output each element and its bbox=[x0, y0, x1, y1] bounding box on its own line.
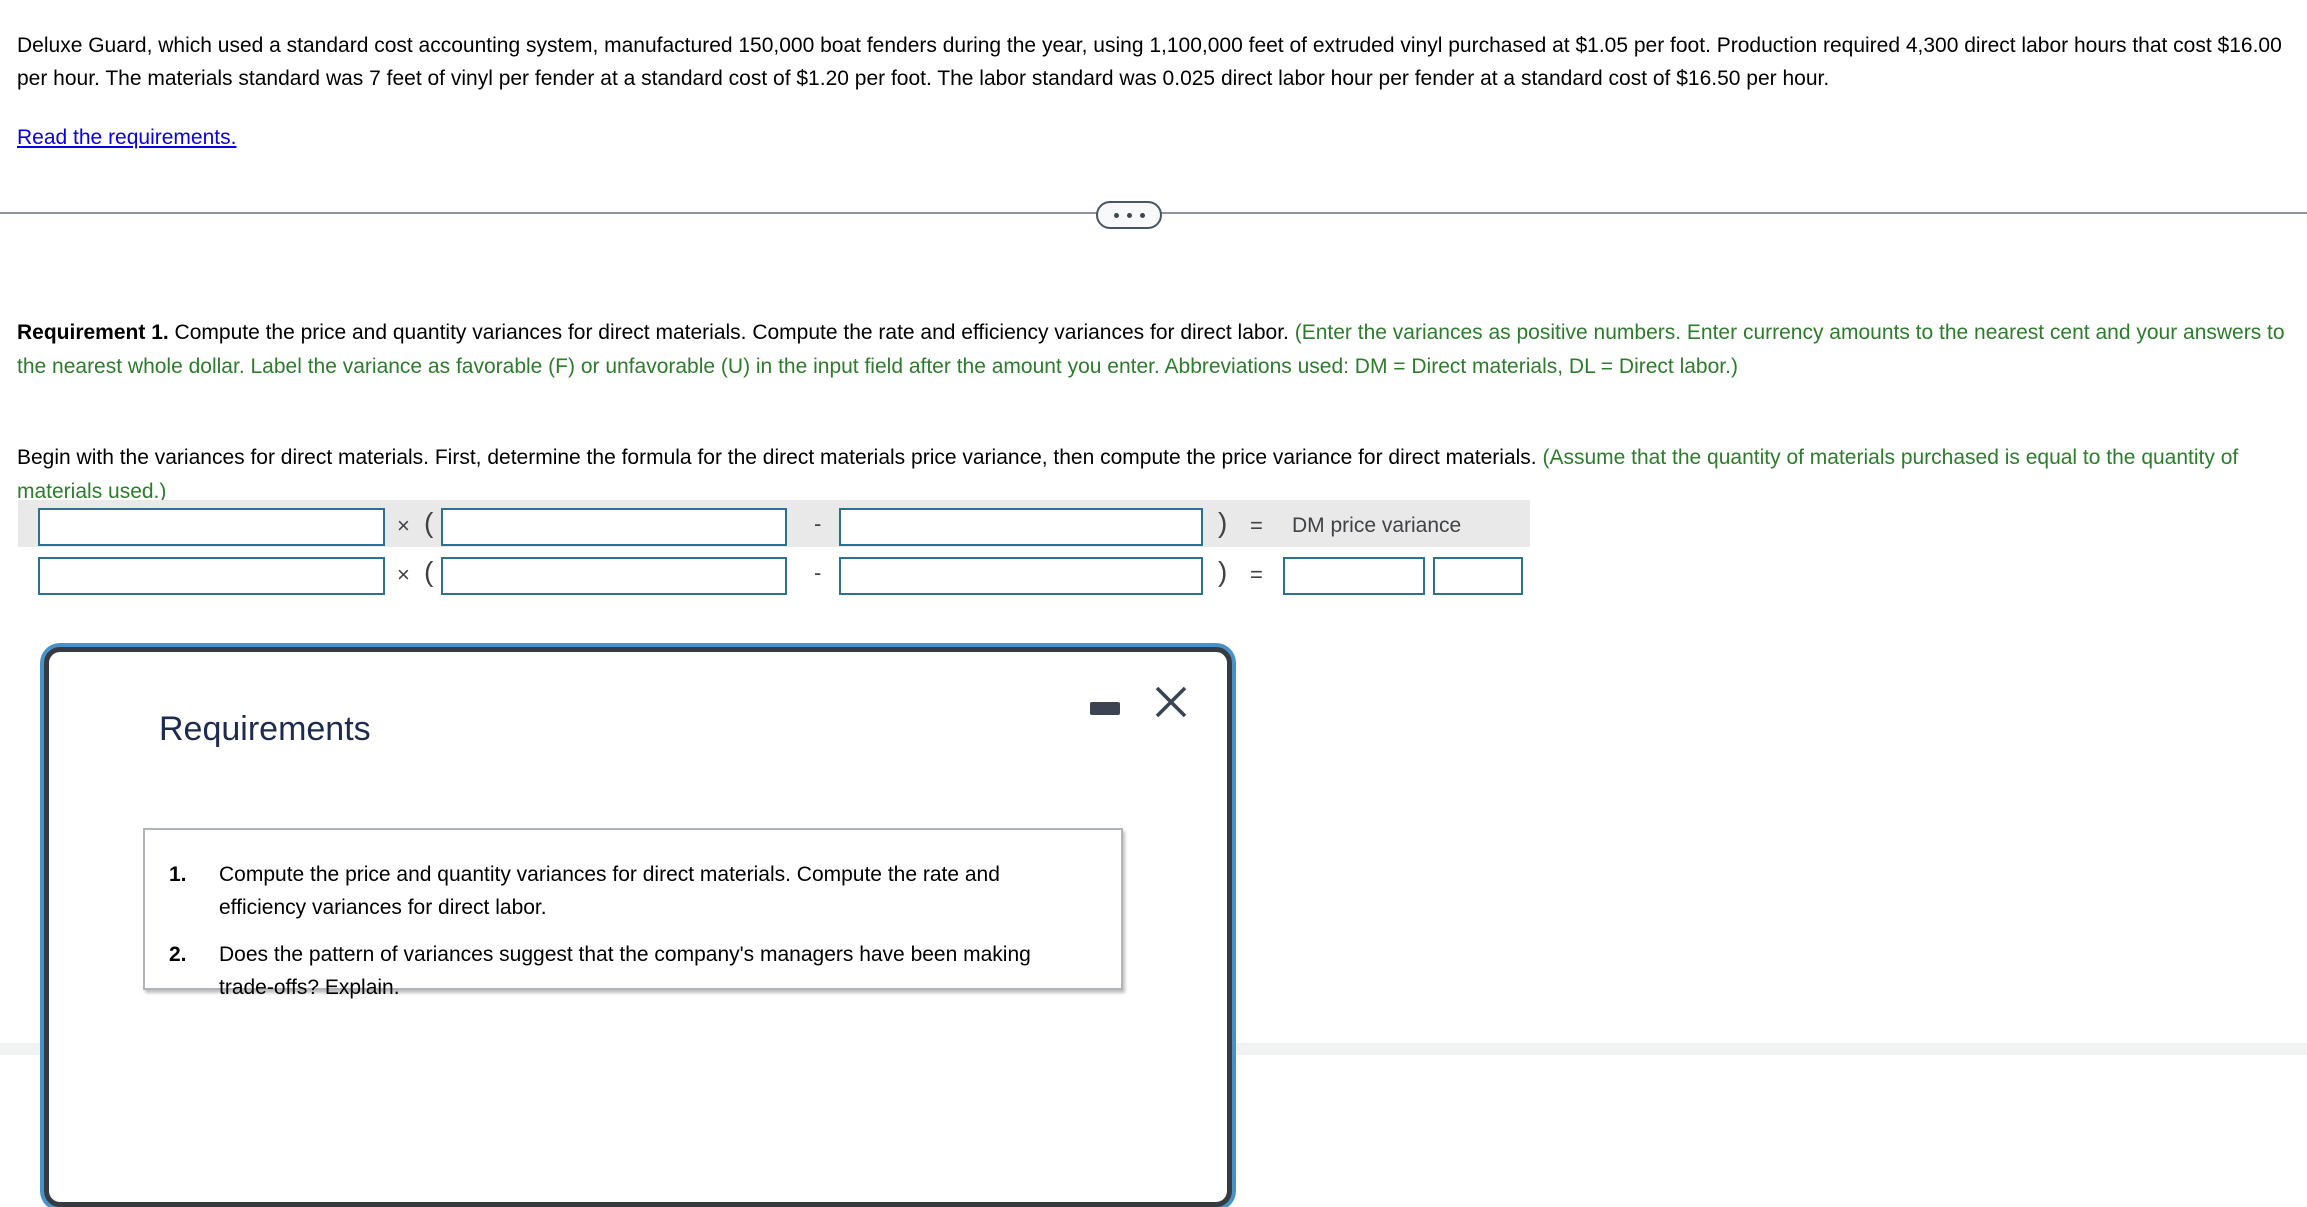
equals-sign: = bbox=[1250, 562, 1263, 588]
begin-text: Begin with the variances for direct mate… bbox=[17, 446, 1542, 469]
formula-row1-input-3[interactable] bbox=[839, 508, 1203, 546]
dm-price-variance-label: DM price variance bbox=[1292, 514, 1461, 538]
dm-price-instructions: Begin with the variances for direct mate… bbox=[17, 441, 2295, 509]
requirement1-label: Requirement 1. bbox=[17, 321, 169, 344]
formula-row1-input-2[interactable] bbox=[441, 508, 787, 546]
minimize-button[interactable] bbox=[1089, 698, 1121, 718]
close-paren: ) bbox=[1218, 507, 1227, 539]
close-icon bbox=[1151, 682, 1191, 722]
ellipsis-icon bbox=[1114, 213, 1119, 218]
close-paren: ) bbox=[1218, 556, 1227, 588]
requirements-list-box: 1. Compute the price and quantity varian… bbox=[143, 828, 1123, 990]
formula-row1-input-1[interactable] bbox=[38, 508, 385, 546]
ellipsis-icon bbox=[1127, 213, 1132, 218]
read-requirements-link[interactable]: Read the requirements. bbox=[17, 126, 236, 150]
close-button[interactable] bbox=[1147, 678, 1195, 726]
requirements-dialog: Requirements 1. Compute the price and qu… bbox=[44, 647, 1232, 1207]
requirement1-text: Compute the price and quantity variances… bbox=[169, 321, 1295, 344]
ellipsis-icon bbox=[1140, 213, 1145, 218]
list-item: 2. Does the pattern of variances suggest… bbox=[145, 938, 1121, 1004]
formula-row2-amount-input[interactable] bbox=[1283, 557, 1425, 595]
formula-row2-input-3[interactable] bbox=[839, 557, 1203, 595]
equals-sign: = bbox=[1250, 513, 1263, 539]
list-item: 1. Compute the price and quantity varian… bbox=[145, 858, 1121, 924]
multiply-sign: × bbox=[397, 562, 410, 588]
requirement1-instructions: Requirement 1. Compute the price and qua… bbox=[17, 316, 2295, 384]
formula-row2-input-2[interactable] bbox=[441, 557, 787, 595]
item-number: 2. bbox=[145, 938, 219, 1004]
dialog-title: Requirements bbox=[159, 710, 371, 749]
minimize-icon bbox=[1090, 702, 1120, 715]
open-paren: ( bbox=[424, 507, 433, 539]
problem-statement: Deluxe Guard, which used a standard cost… bbox=[17, 29, 2295, 95]
more-options-button[interactable] bbox=[1096, 201, 1162, 229]
minus-sign: - bbox=[814, 560, 821, 586]
multiply-sign: × bbox=[397, 513, 410, 539]
item-text: Compute the price and quantity variances… bbox=[219, 858, 1069, 924]
formula-row2-input-1[interactable] bbox=[38, 557, 385, 595]
minus-sign: - bbox=[814, 511, 821, 537]
open-paren: ( bbox=[424, 556, 433, 588]
item-text: Does the pattern of variances suggest th… bbox=[219, 938, 1069, 1004]
formula-row2-fu-label-input[interactable] bbox=[1433, 557, 1523, 595]
item-number: 1. bbox=[145, 858, 219, 924]
